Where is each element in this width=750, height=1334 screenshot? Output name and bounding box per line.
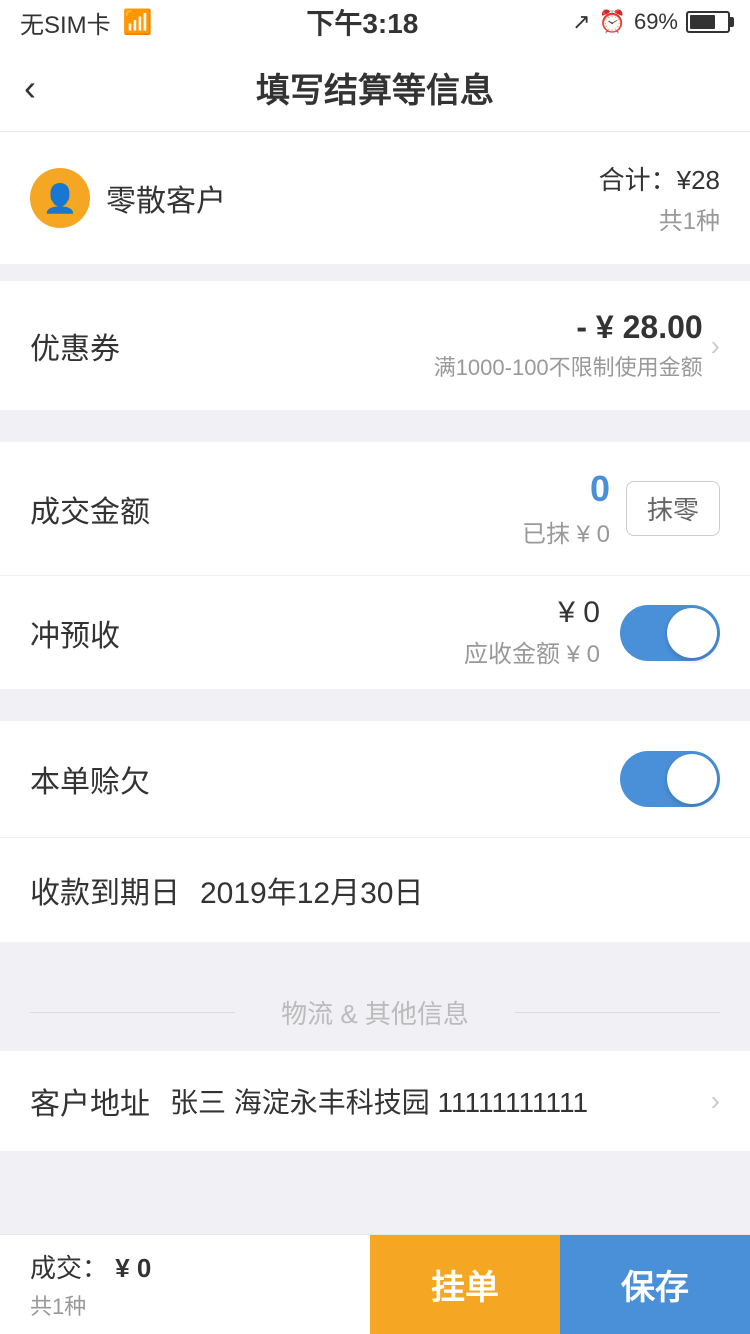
precharge-row: 冲预收 ¥ 0 应收金额 ¥ 0 xyxy=(0,576,750,689)
debt-card: 本单赊欠 收款到期日 2019年12月30日 xyxy=(0,721,750,942)
bottom-left: 成交： ¥ 0 共1种 xyxy=(0,1248,370,1321)
status-right: ↗ ⏰ 69% xyxy=(572,9,730,35)
bottom-deal: 成交： ¥ 0 xyxy=(30,1248,340,1285)
coupon-label: 优惠券 xyxy=(30,324,120,368)
address-chevron-icon: › xyxy=(711,1085,720,1117)
battery-icon xyxy=(686,11,730,33)
separator-1 xyxy=(0,426,750,442)
deal-amount-sub: 已抹 ¥ 0 xyxy=(522,514,610,549)
due-date-label: 收款到期日 xyxy=(30,868,180,912)
round-zero-button[interactable]: 抹零 xyxy=(626,481,720,536)
customer-row: 👤 零散客户 合计：¥28 共1种 xyxy=(0,132,750,264)
logistics-text: 物流 & 其他信息 xyxy=(281,994,469,1031)
pend-button[interactable]: 挂单 xyxy=(370,1235,560,1334)
debt-toggle-thumb xyxy=(667,754,717,804)
bottom-bar: 成交： ¥ 0 共1种 挂单 保存 xyxy=(0,1234,750,1334)
page-title: 填写结算等信息 xyxy=(256,63,494,112)
battery-percent: 69% xyxy=(634,9,678,35)
divider-line-right xyxy=(515,1012,720,1013)
status-bar: 无SIM卡 📶 下午3:18 ↗ ⏰ 69% xyxy=(0,0,750,44)
precharge-amounts: ¥ 0 应收金额 ¥ 0 xyxy=(464,596,600,669)
coupon-description: 满1000-100不限制使用金额 xyxy=(434,350,703,382)
alarm-icon: ⏰ xyxy=(599,9,626,35)
status-left: 无SIM卡 📶 xyxy=(20,5,153,40)
deal-amount-display: ¥ 0 xyxy=(115,1253,151,1283)
divider-line-left xyxy=(30,1012,235,1013)
logistics-divider: 物流 & 其他信息 xyxy=(0,974,750,1051)
customer-card: 👤 零散客户 合计：¥28 共1种 xyxy=(0,132,750,264)
deal-amount-label: 成交金额 xyxy=(30,487,150,531)
bottom-count: 共1种 xyxy=(30,1289,340,1321)
customer-left: 👤 零散客户 xyxy=(30,168,226,228)
avatar: 👤 xyxy=(30,168,90,228)
precharge-main-amount: ¥ 0 xyxy=(464,596,600,630)
main-content: 👤 零散客户 合计：¥28 共1种 优惠券 - ¥ 28.00 满1000-10… xyxy=(0,132,750,1277)
customer-name: 零散客户 xyxy=(106,176,226,220)
coupon-row[interactable]: 优惠券 - ¥ 28.00 满1000-100不限制使用金额 › xyxy=(0,280,750,410)
debt-row: 本单赊欠 xyxy=(0,721,750,837)
signal-text: 无SIM卡 xyxy=(20,5,111,40)
precharge-label: 冲预收 xyxy=(30,611,120,655)
wifi-icon: 📶 xyxy=(123,8,153,37)
deal-amount-input[interactable] xyxy=(550,468,610,510)
status-time: 下午3:18 xyxy=(306,2,418,42)
address-row[interactable]: 客户地址 张三 海淀永丰科技园 11111111111 › xyxy=(0,1051,750,1151)
customer-right: 合计：¥28 共1种 xyxy=(599,160,720,236)
separator-3 xyxy=(0,958,750,974)
precharge-toggle[interactable] xyxy=(620,605,720,661)
due-date-value[interactable]: 2019年12月30日 xyxy=(200,868,423,912)
deal-amount-right: 已抹 ¥ 0 抹零 xyxy=(522,468,720,549)
deal-amount-values: 已抹 ¥ 0 xyxy=(522,468,610,549)
nav-bar: ‹ 填写结算等信息 xyxy=(0,44,750,132)
due-date-row: 收款到期日 2019年12月30日 xyxy=(0,837,750,942)
avatar-icon: 👤 xyxy=(43,182,78,215)
back-button[interactable]: ‹ xyxy=(24,67,36,109)
save-button[interactable]: 保存 xyxy=(560,1235,750,1334)
coupon-card[interactable]: 优惠券 - ¥ 28.00 满1000-100不限制使用金额 › xyxy=(0,280,750,410)
deal-amount-card: 成交金额 已抹 ¥ 0 抹零 冲预收 ¥ 0 应收金额 ¥ 0 xyxy=(0,442,750,689)
address-label: 客户地址 xyxy=(30,1079,150,1123)
toggle-thumb xyxy=(667,608,717,658)
address-value: 张三 海淀永丰科技园 11111111111 xyxy=(170,1081,691,1121)
debt-label: 本单赊欠 xyxy=(30,757,150,801)
coupon-right: - ¥ 28.00 满1000-100不限制使用金额 › xyxy=(434,309,720,382)
precharge-sub-amount: 应收金额 ¥ 0 xyxy=(464,634,600,669)
separator-2 xyxy=(0,705,750,721)
coupon-discount: - ¥ 28.00 xyxy=(434,309,703,346)
debt-toggle[interactable] xyxy=(620,751,720,807)
precharge-right: ¥ 0 应收金额 ¥ 0 xyxy=(464,596,720,669)
total-label: 合计：¥28 xyxy=(599,160,720,197)
address-card[interactable]: 客户地址 张三 海淀永丰科技园 11111111111 › xyxy=(0,1051,750,1151)
deal-label: 成交： xyxy=(30,1253,108,1283)
chevron-right-icon: › xyxy=(711,330,720,362)
deal-amount-row: 成交金额 已抹 ¥ 0 抹零 xyxy=(0,442,750,576)
total-count: 共1种 xyxy=(599,201,720,236)
location-icon: ↗ xyxy=(572,9,590,35)
